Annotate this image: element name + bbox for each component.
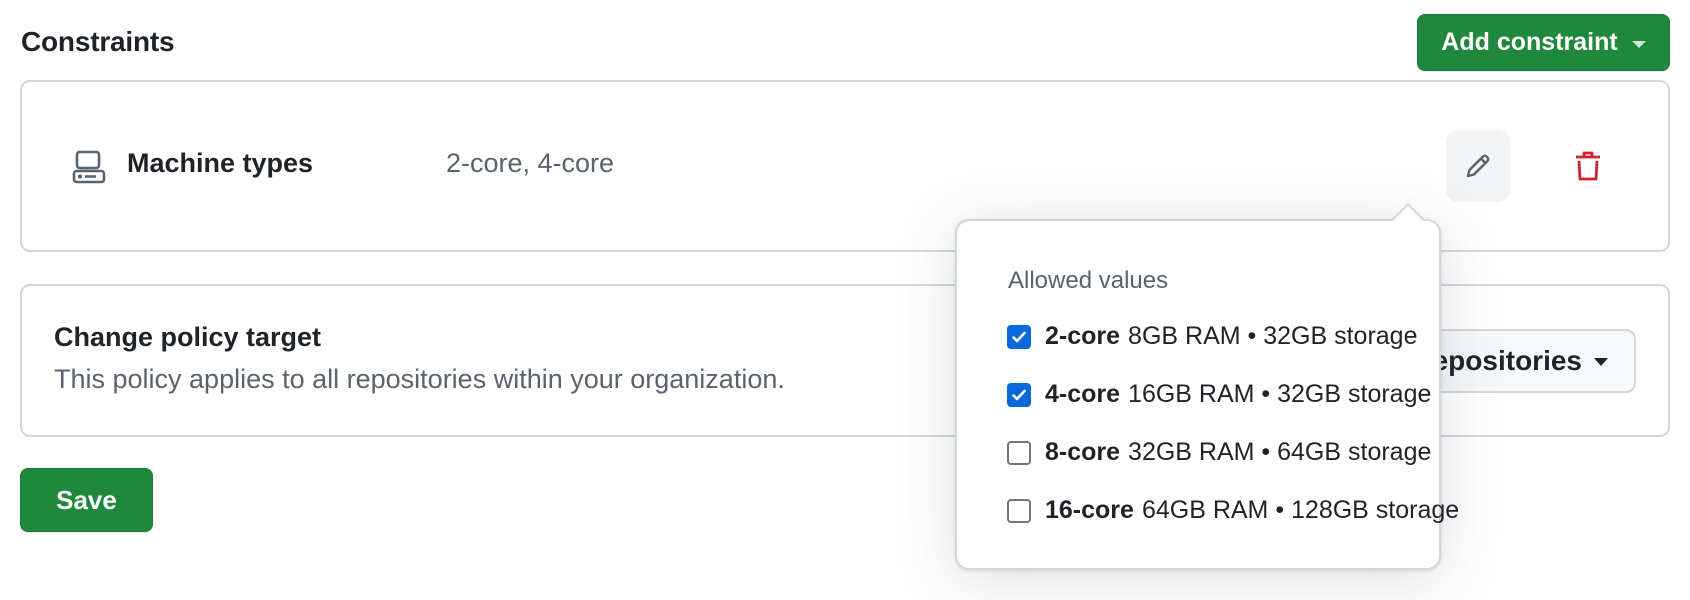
server-icon: [72, 150, 106, 184]
option-spec: 8GB RAM • 32GB storage: [1128, 322, 1418, 350]
option-spec: 64GB RAM • 128GB storage: [1141, 496, 1460, 524]
option-core: 2-core: [1045, 322, 1121, 350]
edit-constraint-button[interactable]: [1446, 130, 1510, 202]
policy-target-title: Change policy target: [54, 322, 322, 352]
option-core: 8-core: [1045, 438, 1121, 466]
option-2-core[interactable]: 2-core 8GB RAM • 32GB storage: [1007, 322, 1417, 351]
constraint-name: Machine types: [127, 148, 314, 178]
option-spec: 16GB RAM • 32GB storage: [1128, 380, 1432, 408]
checkmark-icon: [1012, 389, 1026, 400]
checkbox[interactable]: [1007, 324, 1031, 349]
caret-down-icon: [1631, 40, 1646, 48]
add-constraint-label: Add constraint: [1441, 28, 1618, 56]
checkbox[interactable]: [1007, 382, 1031, 407]
allowed-values-popover: Allowed values 2-core 8GB RAM • 32GB sto…: [955, 219, 1459, 570]
checkmark-icon: [1012, 331, 1026, 342]
page-title: Constraints: [21, 26, 175, 57]
option-spec: 32GB RAM • 64GB storage: [1128, 438, 1432, 466]
caret-down-icon: [1594, 358, 1608, 366]
add-constraint-button[interactable]: Add constraint: [1417, 14, 1670, 71]
allowed-values-label: Allowed values: [1008, 267, 1169, 294]
checkbox[interactable]: [1007, 440, 1031, 465]
option-16-core[interactable]: 16-core 64GB RAM • 128GB storage: [1007, 496, 1459, 525]
save-button[interactable]: Save: [20, 468, 153, 532]
policy-target-description: This policy applies to all repositories …: [54, 364, 785, 394]
option-8-core[interactable]: 8-core 32GB RAM • 64GB storage: [1007, 438, 1431, 467]
delete-constraint-button[interactable]: [1566, 140, 1610, 192]
checkbox[interactable]: [1007, 498, 1031, 523]
constraint-value: 2-core, 4-core: [446, 148, 615, 178]
option-4-core[interactable]: 4-core 16GB RAM • 32GB storage: [1007, 380, 1431, 409]
trash-icon: [1576, 151, 1600, 181]
option-core: 4-core: [1045, 380, 1121, 408]
pencil-icon: [1466, 154, 1490, 178]
popover-arrow-cover: [1390, 221, 1430, 235]
option-core: 16-core: [1045, 496, 1134, 524]
